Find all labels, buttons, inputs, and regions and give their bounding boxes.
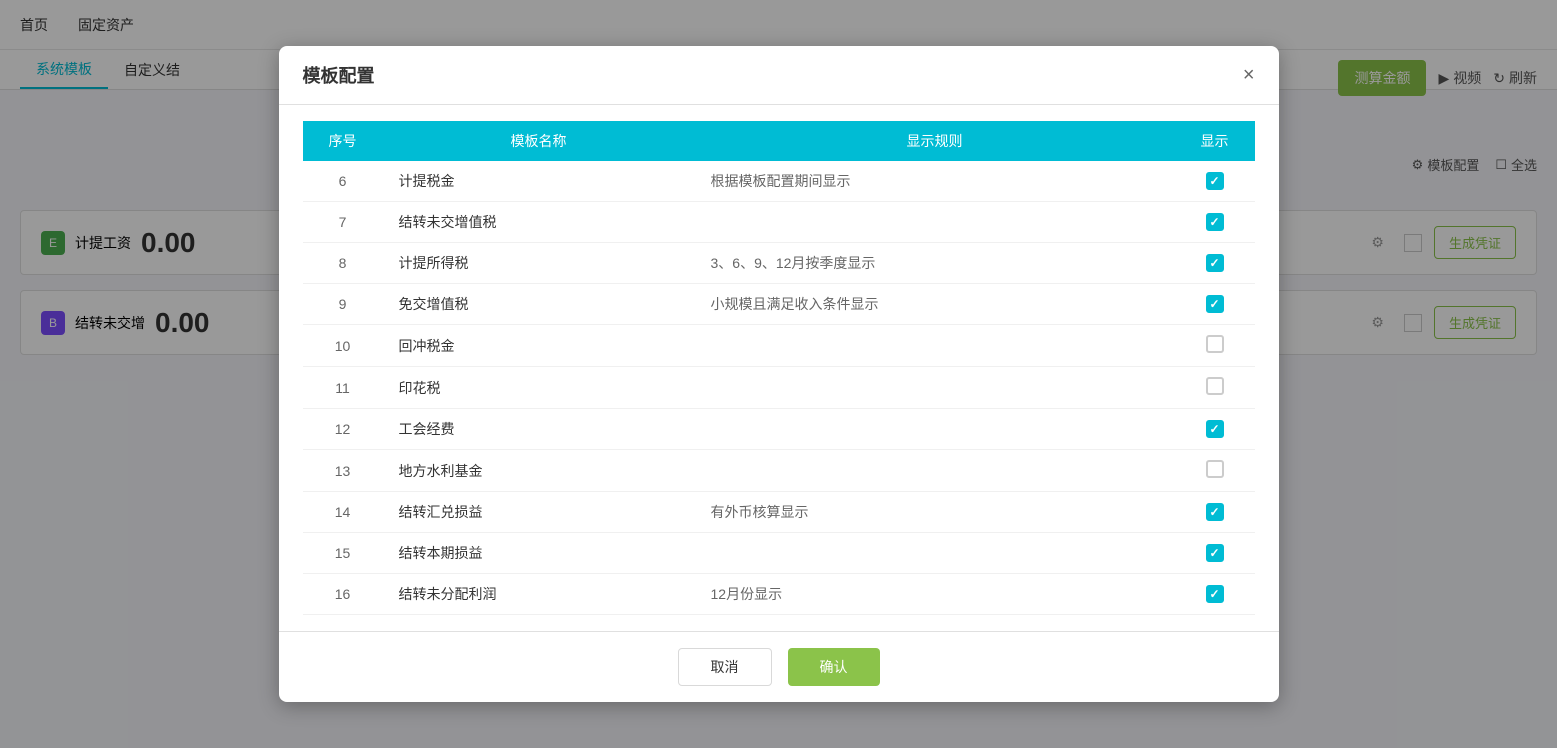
modal-body: 序号 模板名称 显示规则 显示 6计提税金根据模板配置期间显示7结转未交增值税8… <box>279 105 1279 631</box>
modal-footer: 取消 确认 <box>279 631 1279 702</box>
row-checkbox-8[interactable] <box>1206 254 1224 272</box>
table-header: 序号 模板名称 显示规则 显示 <box>303 121 1255 161</box>
cell-seq: 14 <box>303 492 383 533</box>
row-checkbox-6[interactable] <box>1206 172 1224 190</box>
cell-rule <box>695 533 1175 574</box>
cell-checkbox <box>1175 325 1255 367</box>
cell-checkbox <box>1175 284 1255 325</box>
row-checkbox-7[interactable] <box>1206 213 1224 231</box>
cell-checkbox <box>1175 492 1255 533</box>
cell-rule: 有外币核算显示 <box>695 492 1175 533</box>
cell-rule <box>695 325 1175 367</box>
cell-checkbox <box>1175 409 1255 450</box>
cell-name: 工会经费 <box>383 409 695 450</box>
cell-seq: 7 <box>303 202 383 243</box>
cell-checkbox <box>1175 367 1255 409</box>
modal-dialog: 模板配置 × 序号 模板名称 显示规则 显示 6计提税金根据模板配置期间显 <box>279 46 1279 702</box>
modal-overlay: 模板配置 × 序号 模板名称 显示规则 显示 6计提税金根据模板配置期间显 <box>0 0 1557 748</box>
cell-seq: 11 <box>303 367 383 409</box>
table-row: 14结转汇兑损益有外币核算显示 <box>303 492 1255 533</box>
col-rule: 显示规则 <box>695 121 1175 161</box>
config-table: 序号 模板名称 显示规则 显示 6计提税金根据模板配置期间显示7结转未交增值税8… <box>303 121 1255 615</box>
cell-seq: 6 <box>303 161 383 202</box>
cell-name: 计提税金 <box>383 161 695 202</box>
table-row: 7结转未交增值税 <box>303 202 1255 243</box>
table-body: 6计提税金根据模板配置期间显示7结转未交增值税8计提所得税3、6、9、12月按季… <box>303 161 1255 615</box>
col-display: 显示 <box>1175 121 1255 161</box>
cell-rule: 3、6、9、12月按季度显示 <box>695 243 1175 284</box>
table-row: 16结转未分配利润12月份显示 <box>303 574 1255 615</box>
cell-rule: 小规模且满足收入条件显示 <box>695 284 1175 325</box>
cell-seq: 13 <box>303 450 383 492</box>
table-row: 13地方水利基金 <box>303 450 1255 492</box>
table-row: 11印花税 <box>303 367 1255 409</box>
cell-seq: 16 <box>303 574 383 615</box>
table-row: 12工会经费 <box>303 409 1255 450</box>
row-checkbox-10[interactable] <box>1206 335 1224 353</box>
modal-close-button[interactable]: × <box>1243 65 1255 85</box>
cancel-button[interactable]: 取消 <box>678 648 772 686</box>
cell-checkbox <box>1175 533 1255 574</box>
cell-name: 印花税 <box>383 367 695 409</box>
cell-rule: 12月份显示 <box>695 574 1175 615</box>
cell-name: 结转汇兑损益 <box>383 492 695 533</box>
cell-name: 回冲税金 <box>383 325 695 367</box>
cell-name: 免交增值税 <box>383 284 695 325</box>
cell-seq: 9 <box>303 284 383 325</box>
row-checkbox-13[interactable] <box>1206 460 1224 478</box>
cell-checkbox <box>1175 161 1255 202</box>
table-row: 15结转本期损益 <box>303 533 1255 574</box>
row-checkbox-9[interactable] <box>1206 295 1224 313</box>
confirm-button[interactable]: 确认 <box>788 648 880 686</box>
row-checkbox-16[interactable] <box>1206 585 1224 603</box>
table-row: 8计提所得税3、6、9、12月按季度显示 <box>303 243 1255 284</box>
cell-name: 计提所得税 <box>383 243 695 284</box>
cell-checkbox <box>1175 574 1255 615</box>
cell-rule <box>695 367 1175 409</box>
table-row: 10回冲税金 <box>303 325 1255 367</box>
row-checkbox-11[interactable] <box>1206 377 1224 395</box>
cell-seq: 10 <box>303 325 383 367</box>
cell-name: 结转未交增值税 <box>383 202 695 243</box>
modal-header: 模板配置 × <box>279 46 1279 105</box>
cell-seq: 8 <box>303 243 383 284</box>
cell-checkbox <box>1175 450 1255 492</box>
cell-seq: 15 <box>303 533 383 574</box>
row-checkbox-14[interactable] <box>1206 503 1224 521</box>
cell-rule <box>695 450 1175 492</box>
table-scroll-area[interactable]: 序号 模板名称 显示规则 显示 6计提税金根据模板配置期间显示7结转未交增值税8… <box>303 121 1255 615</box>
row-checkbox-15[interactable] <box>1206 544 1224 562</box>
table-row: 6计提税金根据模板配置期间显示 <box>303 161 1255 202</box>
modal-title: 模板配置 <box>303 62 375 88</box>
cell-seq: 12 <box>303 409 383 450</box>
col-seq: 序号 <box>303 121 383 161</box>
cell-rule: 根据模板配置期间显示 <box>695 161 1175 202</box>
cell-name: 地方水利基金 <box>383 450 695 492</box>
cell-checkbox <box>1175 243 1255 284</box>
col-name: 模板名称 <box>383 121 695 161</box>
table-row: 9免交增值税小规模且满足收入条件显示 <box>303 284 1255 325</box>
row-checkbox-12[interactable] <box>1206 420 1224 438</box>
cell-rule <box>695 202 1175 243</box>
cell-name: 结转未分配利润 <box>383 574 695 615</box>
cell-rule <box>695 409 1175 450</box>
cell-checkbox <box>1175 202 1255 243</box>
cell-name: 结转本期损益 <box>383 533 695 574</box>
